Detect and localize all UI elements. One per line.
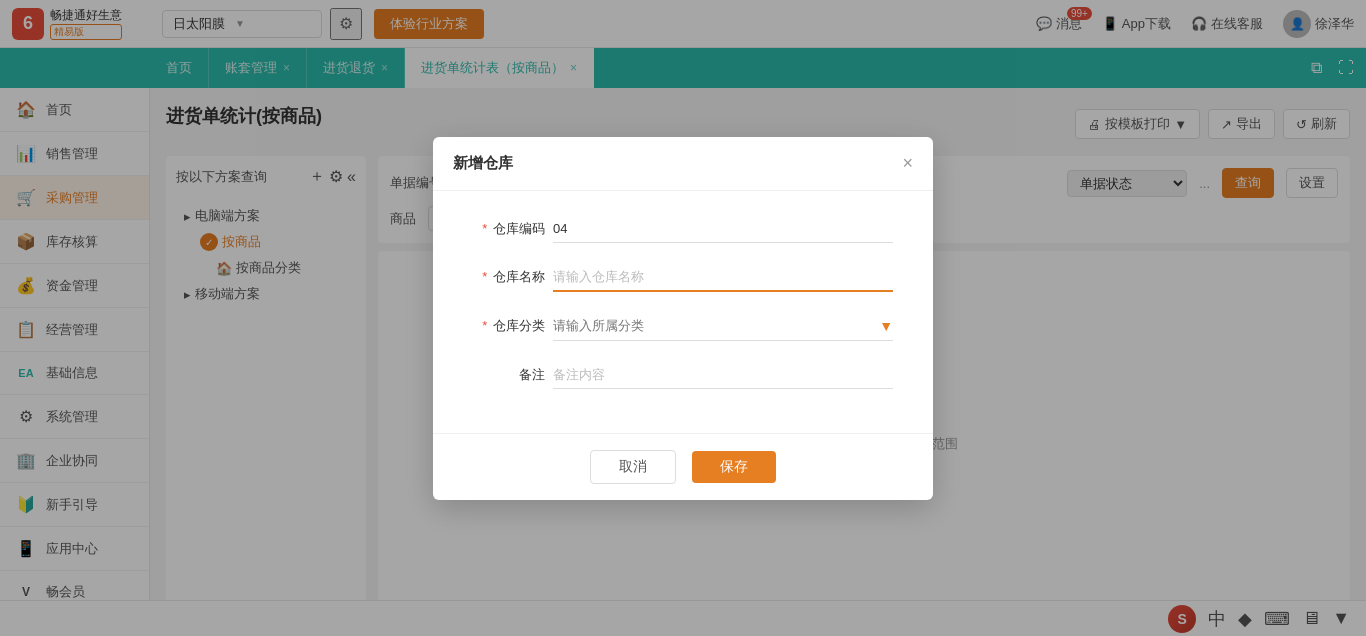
category-dropdown-icon: ▼ bbox=[879, 318, 893, 334]
modal-body: * 仓库编码 * 仓库名称 * 仓库分类 bbox=[433, 191, 933, 433]
code-label: * 仓库编码 bbox=[473, 220, 553, 238]
name-label: * 仓库名称 bbox=[473, 268, 553, 286]
modal-title: 新增仓库 bbox=[453, 154, 513, 173]
note-label: 备注 bbox=[473, 366, 553, 384]
modal-overlay: 新增仓库 × * 仓库编码 * 仓库名称 bbox=[0, 0, 1366, 636]
cancel-button[interactable]: 取消 bbox=[590, 450, 676, 484]
category-label: * 仓库分类 bbox=[473, 317, 553, 335]
save-button[interactable]: 保存 bbox=[692, 451, 776, 483]
code-input[interactable] bbox=[553, 215, 893, 243]
form-item-code: * 仓库编码 bbox=[473, 215, 893, 243]
modal-footer: 取消 保存 bbox=[433, 433, 933, 500]
form-item-note: 备注 bbox=[473, 361, 893, 389]
note-input[interactable] bbox=[553, 361, 893, 389]
modal-header: 新增仓库 × bbox=[433, 137, 933, 191]
category-input[interactable] bbox=[553, 318, 879, 333]
name-input[interactable] bbox=[553, 263, 893, 292]
form-item-name: * 仓库名称 bbox=[473, 263, 893, 292]
code-required-star: * bbox=[482, 221, 487, 236]
category-required-star: * bbox=[482, 318, 487, 333]
form-item-category: * 仓库分类 ▼ bbox=[473, 312, 893, 341]
add-warehouse-modal: 新增仓库 × * 仓库编码 * 仓库名称 bbox=[433, 137, 933, 500]
category-select-wrapper[interactable]: ▼ bbox=[553, 312, 893, 341]
modal-close-button[interactable]: × bbox=[902, 153, 913, 174]
name-required-star: * bbox=[482, 269, 487, 284]
